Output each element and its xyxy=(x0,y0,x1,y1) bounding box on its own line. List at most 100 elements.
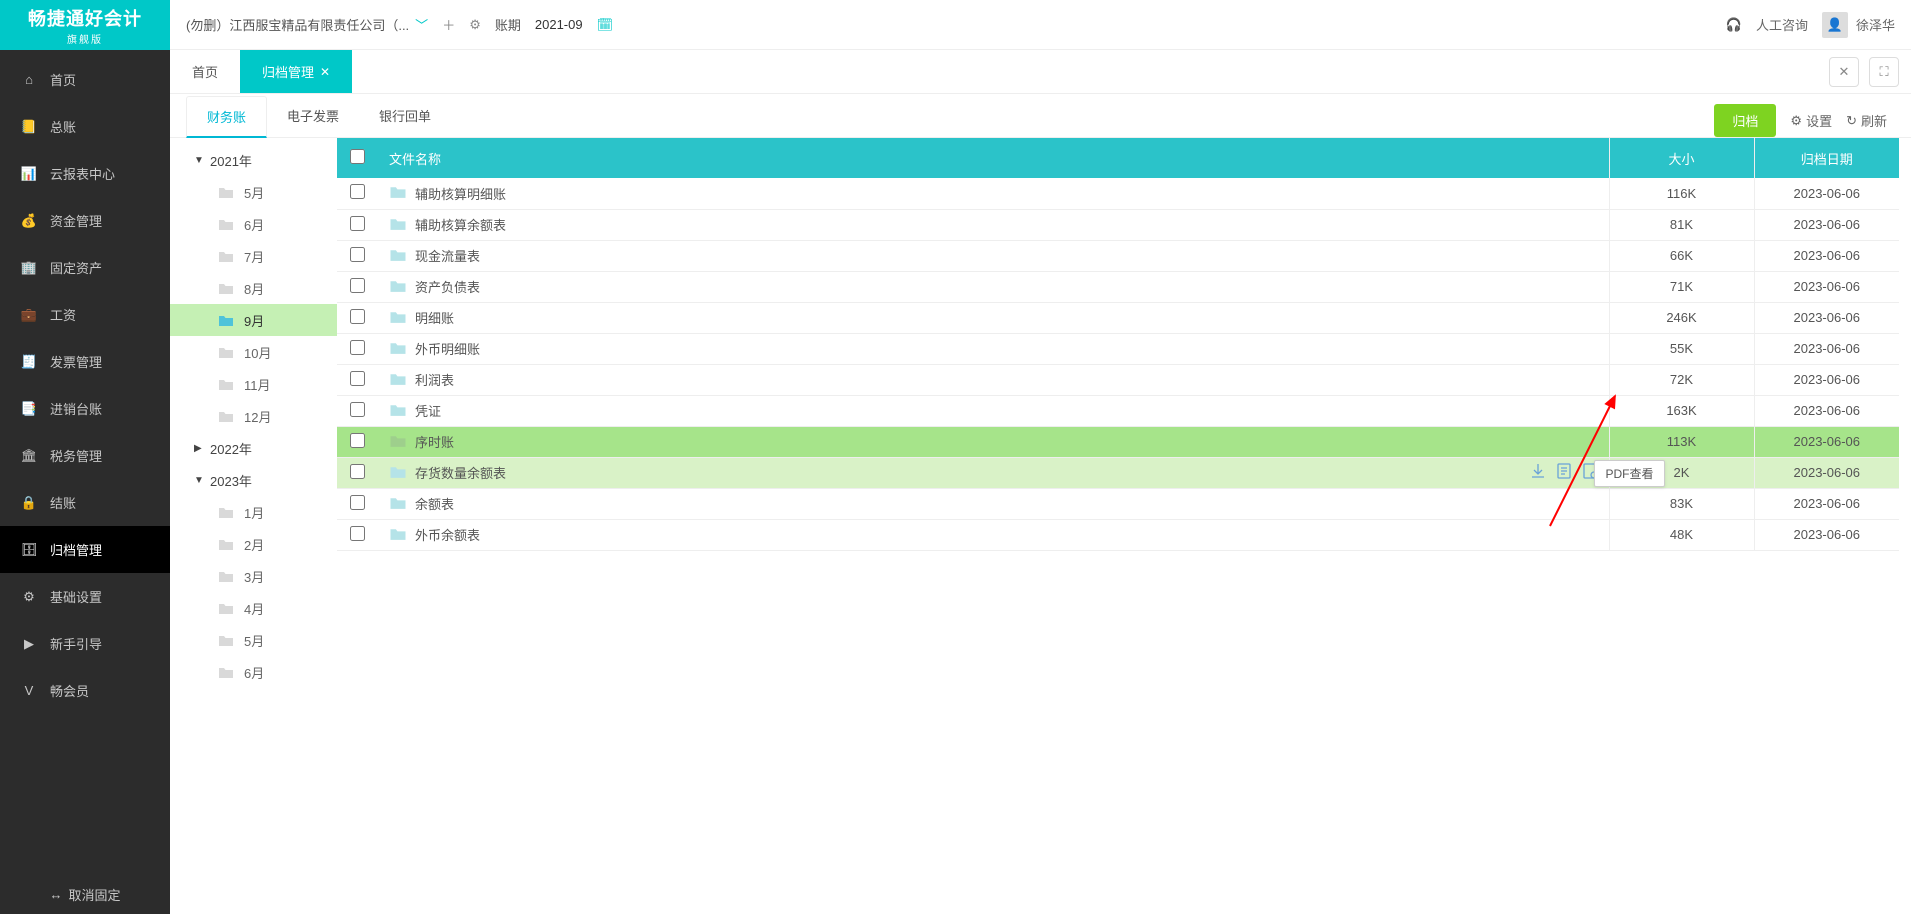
plus-icon[interactable]: ＋ xyxy=(442,15,455,34)
table-row[interactable]: 明细账246K2023-06-06 xyxy=(337,302,1899,333)
row-check[interactable] xyxy=(350,495,365,510)
nav-label: 资金管理 xyxy=(50,211,102,230)
pin-toggle[interactable]: ↔ 取消固定 xyxy=(0,874,170,914)
row-check[interactable] xyxy=(350,371,365,386)
table-row[interactable]: 余额表83K2023-06-06 xyxy=(337,488,1899,519)
file-date: 2023-06-06 xyxy=(1754,395,1899,426)
pdf-icon[interactable] xyxy=(1555,462,1573,483)
tree-month-2023年-1月[interactable]: 1月 xyxy=(170,496,337,528)
nav-item-funds[interactable]: 💰资金管理 xyxy=(0,197,170,244)
nav-label: 发票管理 xyxy=(50,352,102,371)
download-icon[interactable] xyxy=(1529,462,1547,483)
consult-link[interactable]: 人工咨询 xyxy=(1756,15,1808,34)
col-date: 归档日期 xyxy=(1754,138,1899,178)
tree-month-2021年-8月[interactable]: 8月 xyxy=(170,272,337,304)
user-menu[interactable]: 👤 徐泽华 xyxy=(1822,12,1895,38)
tree-year-2023年[interactable]: ▼2023年 xyxy=(170,464,337,496)
headset-icon: 🎧 xyxy=(1726,17,1742,33)
fullscreen-button[interactable]: ⛶ xyxy=(1869,57,1899,87)
file-size: 55K xyxy=(1609,333,1754,364)
tree-month-2023年-3月[interactable]: 3月 xyxy=(170,560,337,592)
nav-item-salary[interactable]: 💼工资 xyxy=(0,291,170,338)
tree-year-2021年[interactable]: ▼2021年 xyxy=(170,144,337,176)
nav-item-checkout[interactable]: 🔒结账 xyxy=(0,479,170,526)
row-check[interactable] xyxy=(350,464,365,479)
check-all[interactable] xyxy=(350,149,365,164)
invoice-icon: 🧾 xyxy=(20,353,38,371)
tree-year-2022年[interactable]: ▶2022年 xyxy=(170,432,337,464)
tree-month-2021年-12月[interactable]: 12月 xyxy=(170,400,337,432)
table-row[interactable]: 现金流量表66K2023-06-06 xyxy=(337,240,1899,271)
row-check[interactable] xyxy=(350,278,365,293)
file-date: 2023-06-06 xyxy=(1754,209,1899,240)
caret-icon: ▼ xyxy=(194,155,204,166)
tree-month-2021年-11月[interactable]: 11月 xyxy=(170,368,337,400)
row-check[interactable] xyxy=(350,184,365,199)
file-date: 2023-06-06 xyxy=(1754,364,1899,395)
nav-item-basic[interactable]: ⚙基础设置 xyxy=(0,573,170,620)
pdf-view-icon[interactable]: PDF查看 xyxy=(1581,462,1599,483)
tree-month-2021年-6月[interactable]: 6月 xyxy=(170,208,337,240)
assets-icon: 🏢 xyxy=(20,259,38,277)
inner-tab-银行回单[interactable]: 银行回单 xyxy=(359,96,451,137)
row-check[interactable] xyxy=(350,433,365,448)
folder-icon xyxy=(389,309,407,327)
row-check[interactable] xyxy=(350,526,365,541)
file-name: 外币明细账 xyxy=(415,339,480,358)
row-check[interactable] xyxy=(350,247,365,262)
row-check[interactable] xyxy=(350,216,365,231)
tree-month-2023年-2月[interactable]: 2月 xyxy=(170,528,337,560)
tab-归档管理[interactable]: 归档管理✕ xyxy=(240,50,352,93)
tree-month-2021年-9月[interactable]: 9月 xyxy=(170,304,337,336)
nav-item-assets[interactable]: 🏢固定资产 xyxy=(0,244,170,291)
table-row[interactable]: 凭证163K2023-06-06 xyxy=(337,395,1899,426)
close-icon[interactable]: ✕ xyxy=(320,65,330,79)
chevron-down-icon: ﹀ xyxy=(415,15,428,34)
table-row[interactable]: 序时账113K2023-06-06 xyxy=(337,426,1899,457)
close-all-button[interactable]: ✕ xyxy=(1829,57,1859,87)
vip-icon: V xyxy=(20,682,38,700)
table-row[interactable]: 外币明细账55K2023-06-06 xyxy=(337,333,1899,364)
nav-item-inout[interactable]: 📑进销台账 xyxy=(0,385,170,432)
tree-month-2023年-4月[interactable]: 4月 xyxy=(170,592,337,624)
archive-button[interactable]: 归档 xyxy=(1714,104,1776,137)
settings-link[interactable]: ⚙ 设置 xyxy=(1790,111,1832,130)
company-selector[interactable]: (勿删）江西服宝精品有限责任公司（... ﹀ xyxy=(186,15,428,34)
inner-tab-电子发票[interactable]: 电子发票 xyxy=(267,96,359,137)
table-row[interactable]: 资产负债表71K2023-06-06 xyxy=(337,271,1899,302)
tab-首页[interactable]: 首页 xyxy=(170,50,240,93)
table-row[interactable]: 利润表72K2023-06-06 xyxy=(337,364,1899,395)
calendar-icon[interactable]: 🗓 xyxy=(597,17,614,33)
tree-month-2023年-6月[interactable]: 6月 xyxy=(170,656,337,688)
row-check[interactable] xyxy=(350,309,365,324)
table-row[interactable]: 外币余额表48K2023-06-06 xyxy=(337,519,1899,550)
tree-month-2021年-7月[interactable]: 7月 xyxy=(170,240,337,272)
inner-tab-财务账[interactable]: 财务账 xyxy=(186,96,267,138)
check-all-header[interactable] xyxy=(337,138,377,178)
col-name: 文件名称 xyxy=(377,138,1609,178)
tree-month-2021年-5月[interactable]: 5月 xyxy=(170,176,337,208)
nav-item-reports[interactable]: 📊云报表中心 xyxy=(0,150,170,197)
nav-item-vip[interactable]: V畅会员 xyxy=(0,667,170,714)
folder-icon xyxy=(389,526,407,544)
sidebar: 畅捷通好会计 旗舰版 ⌂首页📒总账📊云报表中心💰资金管理🏢固定资产💼工资🧾发票管… xyxy=(0,0,170,914)
row-check[interactable] xyxy=(350,402,365,417)
table-row[interactable]: 辅助核算余额表81K2023-06-06 xyxy=(337,209,1899,240)
logo-main: 畅捷通好会计 xyxy=(10,5,160,31)
nav-item-invoice[interactable]: 🧾 发票管理 xyxy=(0,338,170,385)
nav-label: 基础设置 xyxy=(50,587,102,606)
gear-icon[interactable]: ⚙ xyxy=(469,17,481,33)
nav-item-archive[interactable]: 🗄归档管理 xyxy=(0,526,170,573)
table-row[interactable]: 存货数量余额表PDF查看2K2023-06-06 xyxy=(337,457,1899,488)
nav-item-guide[interactable]: ▶新手引导 xyxy=(0,620,170,667)
file-date: 2023-06-06 xyxy=(1754,178,1899,209)
table-row[interactable]: 辅助核算明细账116K2023-06-06 xyxy=(337,178,1899,209)
refresh-link[interactable]: ↻ 刷新 xyxy=(1846,111,1887,130)
tree-month-2023年-5月[interactable]: 5月 xyxy=(170,624,337,656)
tree-month-2021年-10月[interactable]: 10月 xyxy=(170,336,337,368)
nav-item-tax[interactable]: 🏛税务管理 xyxy=(0,432,170,479)
nav-label: 总账 xyxy=(50,117,76,136)
row-check[interactable] xyxy=(350,340,365,355)
nav-item-home[interactable]: ⌂首页 xyxy=(0,56,170,103)
nav-item-ledger[interactable]: 📒总账 xyxy=(0,103,170,150)
